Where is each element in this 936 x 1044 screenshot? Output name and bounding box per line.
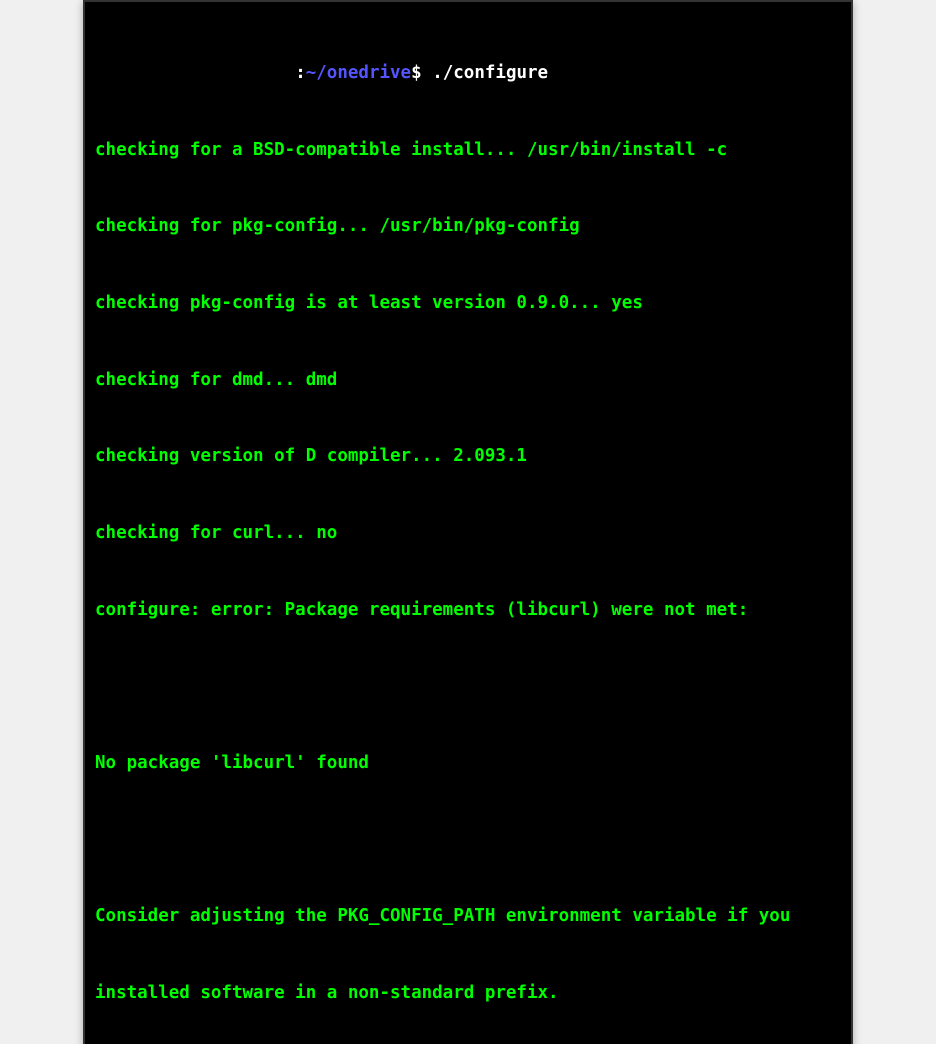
output-blank-line: [95, 828, 841, 854]
output-line: checking for curl... no: [95, 521, 841, 547]
prompt-line-1: :~/onedrive$ ./configure: [95, 61, 841, 87]
output-blank-line: [95, 674, 841, 700]
output-line: checking for a BSD-compatible install...…: [95, 138, 841, 164]
output-line: No package 'libcurl' found: [95, 751, 841, 777]
prompt-path: ~/onedrive: [306, 63, 411, 83]
output-line: Consider adjusting the PKG_CONFIG_PATH e…: [95, 904, 841, 930]
output-line: checking version of D compiler... 2.093.…: [95, 444, 841, 470]
output-line: checking for pkg-config... /usr/bin/pkg-…: [95, 214, 841, 240]
prompt-dollar: $: [411, 63, 422, 83]
terminal-window: :~/onedrive$ ./configure checking for a …: [83, 0, 853, 1044]
prompt-leading-space: [95, 63, 295, 83]
output-line: configure: error: Package requirements (…: [95, 598, 841, 624]
terminal-content[interactable]: :~/onedrive$ ./configure checking for a …: [95, 10, 841, 1044]
typed-command: ./configure: [422, 63, 548, 83]
prompt-separator: :: [295, 63, 306, 83]
output-line: installed software in a non-standard pre…: [95, 981, 841, 1007]
output-line: checking for dmd... dmd: [95, 368, 841, 394]
output-line: checking pkg-config is at least version …: [95, 291, 841, 317]
